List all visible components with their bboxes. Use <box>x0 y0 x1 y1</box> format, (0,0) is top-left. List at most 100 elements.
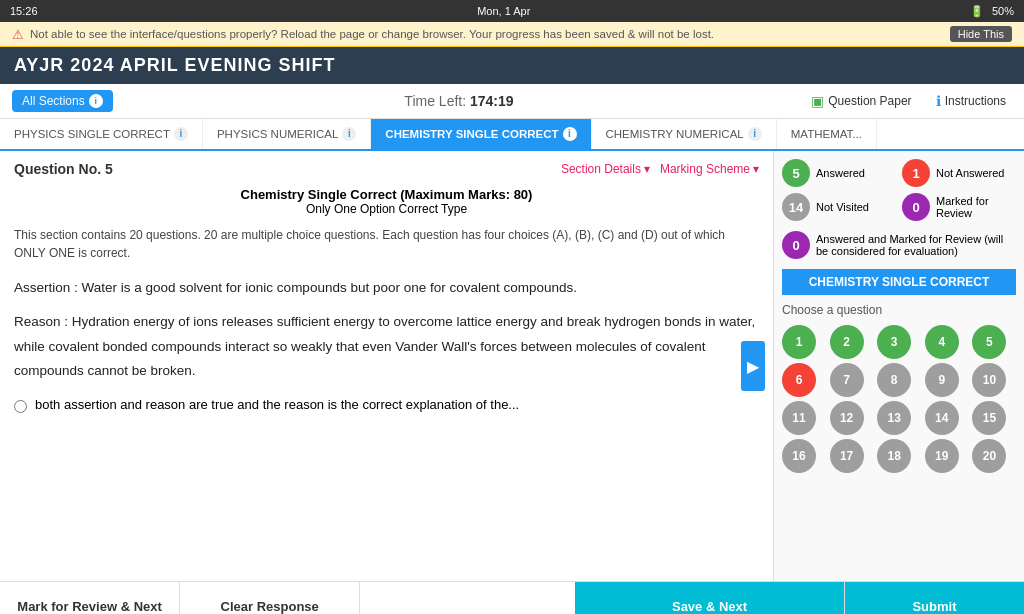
timer-value: 174:19 <box>470 93 514 109</box>
all-sections-info-icon: i <box>89 94 103 108</box>
instructions-label: Instructions <box>945 94 1006 108</box>
question-grid-btn-10[interactable]: 10 <box>972 363 1006 397</box>
question-grid-btn-7[interactable]: 7 <box>830 363 864 397</box>
tab-mathematics-label: MATHEMAT... <box>791 128 862 140</box>
question-assertion: Assertion : Water is a good solvent for … <box>14 276 759 300</box>
tab-physics-numerical-info: i <box>342 127 356 141</box>
answered-label: Answered <box>816 167 865 179</box>
option-text-1: both assertion and reason are true and t… <box>35 397 519 412</box>
question-grid-btn-2[interactable]: 2 <box>830 325 864 359</box>
section-details-chevron: ▾ <box>644 162 650 176</box>
question-grid-btn-1[interactable]: 1 <box>782 325 816 359</box>
right-panel: 5 Answered 1 Not Answered 14 Not Visited… <box>774 151 1024 581</box>
question-type-title: Chemistry Single Correct (Maximum Marks:… <box>14 187 759 202</box>
section-details-label: Section Details <box>561 162 641 176</box>
question-grid-btn-8[interactable]: 8 <box>877 363 911 397</box>
tab-physics-numerical[interactable]: PHYSICS NUMERICAL i <box>203 119 371 149</box>
status-right: 🔋 50% <box>970 5 1014 18</box>
all-sections-label: All Sections <box>22 94 85 108</box>
question-reason: Reason : Hydration energy of ions releas… <box>14 310 759 383</box>
choose-question-label: Choose a question <box>782 303 1016 317</box>
question-grid-btn-3[interactable]: 3 <box>877 325 911 359</box>
question-paper-icon: ▣ <box>811 93 824 109</box>
status-bar: 15:26 Mon, 1 Apr 🔋 50% <box>0 0 1024 22</box>
question-grid-btn-19[interactable]: 19 <box>925 439 959 473</box>
hide-button[interactable]: Hide This <box>950 26 1012 42</box>
clear-response-button[interactable]: Clear Response <box>180 582 360 614</box>
timer-container: Time Left: 174:19 <box>404 93 513 109</box>
question-paper-button[interactable]: ▣ Question Paper <box>805 90 917 112</box>
bottom-bar: Mark for Review & Next Clear Response Sa… <box>0 581 1024 614</box>
answered-marked-badge: 0 <box>782 231 810 259</box>
warning-text: Not able to see the interface/questions … <box>30 28 714 40</box>
spacer <box>360 582 575 614</box>
marking-scheme-button[interactable]: Marking Scheme ▾ <box>660 162 759 176</box>
tab-chemistry-single-label: CHEMISTRY SINGLE CORRECT <box>385 128 558 140</box>
instructions-button[interactable]: ℹ Instructions <box>930 90 1012 112</box>
question-grid-btn-5[interactable]: 5 <box>972 325 1006 359</box>
question-type-box: Chemistry Single Correct (Maximum Marks:… <box>14 187 759 216</box>
section-info-text: This section contains 20 questions. 20 a… <box>14 226 759 262</box>
section-details-button[interactable]: Section Details ▾ <box>561 162 650 176</box>
answer-option-1: both assertion and reason are true and t… <box>14 397 759 413</box>
answered-badge: 5 <box>782 159 810 187</box>
question-grid-btn-15[interactable]: 15 <box>972 401 1006 435</box>
all-sections-button[interactable]: All Sections i <box>12 90 113 112</box>
question-actions: Section Details ▾ Marking Scheme ▾ <box>561 162 759 176</box>
question-grid-btn-9[interactable]: 9 <box>925 363 959 397</box>
not-visited-badge: 14 <box>782 193 810 221</box>
question-grid-btn-13[interactable]: 13 <box>877 401 911 435</box>
marked-review-badge: 0 <box>902 193 930 221</box>
question-type-sub: Only One Option Correct Type <box>14 202 759 216</box>
question-grid-btn-14[interactable]: 14 <box>925 401 959 435</box>
section-panel-header: CHEMISTRY SINGLE CORRECT <box>782 269 1016 295</box>
tab-mathematics[interactable]: MATHEMAT... <box>777 119 877 149</box>
question-grid-btn-16[interactable]: 16 <box>782 439 816 473</box>
tab-physics-numerical-label: PHYSICS NUMERICAL <box>217 128 338 140</box>
tab-chemistry-single-info: i <box>563 127 577 141</box>
question-grid-btn-20[interactable]: 20 <box>972 439 1006 473</box>
question-grid-btn-4[interactable]: 4 <box>925 325 959 359</box>
question-grid-btn-11[interactable]: 11 <box>782 401 816 435</box>
toolbar: All Sections i Time Left: 174:19 ▣ Quest… <box>0 84 1024 119</box>
submit-label: Submit <box>912 599 956 614</box>
answered-marked-label: Answered and Marked for Review (will be … <box>816 233 1016 257</box>
question-header: Question No. 5 Section Details ▾ Marking… <box>14 161 759 177</box>
battery-icon: 🔋 <box>970 5 984 18</box>
mark-review-button[interactable]: Mark for Review & Next <box>0 582 180 614</box>
question-grid-btn-6[interactable]: 6 <box>782 363 816 397</box>
app-title: AYJR 2024 APRIL EVENING SHIFT <box>14 55 335 75</box>
question-grid-btn-18[interactable]: 18 <box>877 439 911 473</box>
warning-text-container: ⚠ Not able to see the interface/question… <box>12 27 714 42</box>
battery-level: 50% <box>992 5 1014 17</box>
tab-physics-single[interactable]: PHYSICS SINGLE CORRECT i <box>0 119 203 149</box>
tab-physics-single-label: PHYSICS SINGLE CORRECT <box>14 128 170 140</box>
status-date: Mon, 1 Apr <box>477 5 530 17</box>
option-radio-1[interactable] <box>14 400 27 413</box>
legend-marked-review: 0 Marked for Review <box>902 193 1016 221</box>
not-visited-label: Not Visited <box>816 201 869 213</box>
scroll-right-button[interactable]: ▶ <box>741 341 765 391</box>
marked-review-label: Marked for Review <box>936 195 1016 219</box>
legend-grid: 5 Answered 1 Not Answered 14 Not Visited… <box>782 159 1016 221</box>
not-answered-badge: 1 <box>902 159 930 187</box>
question-paper-label: Question Paper <box>828 94 911 108</box>
clear-response-label: Clear Response <box>221 599 319 614</box>
header-actions: ▣ Question Paper ℹ Instructions <box>805 90 1012 112</box>
tab-chemistry-numerical-label: CHEMISTRY NUMERICAL <box>606 128 744 140</box>
instructions-icon: ℹ <box>936 93 941 109</box>
marking-scheme-chevron: ▾ <box>753 162 759 176</box>
tabs-row: PHYSICS SINGLE CORRECT i PHYSICS NUMERIC… <box>0 119 1024 151</box>
tab-chemistry-numerical[interactable]: CHEMISTRY NUMERICAL i <box>592 119 777 149</box>
timer-label: Time Left: <box>404 93 466 109</box>
save-next-button[interactable]: Save & Next <box>575 582 845 614</box>
question-grid-btn-17[interactable]: 17 <box>830 439 864 473</box>
question-text: Assertion : Water is a good solvent for … <box>14 276 759 383</box>
tab-physics-single-info: i <box>174 127 188 141</box>
question-grid-btn-12[interactable]: 12 <box>830 401 864 435</box>
submit-button[interactable]: Submit <box>845 582 1024 614</box>
tab-chemistry-single[interactable]: CHEMISTRY SINGLE CORRECT i <box>371 119 591 149</box>
mark-review-label: Mark for Review & Next <box>17 599 162 614</box>
main-layout: Question No. 5 Section Details ▾ Marking… <box>0 151 1024 581</box>
not-answered-label: Not Answered <box>936 167 1004 179</box>
